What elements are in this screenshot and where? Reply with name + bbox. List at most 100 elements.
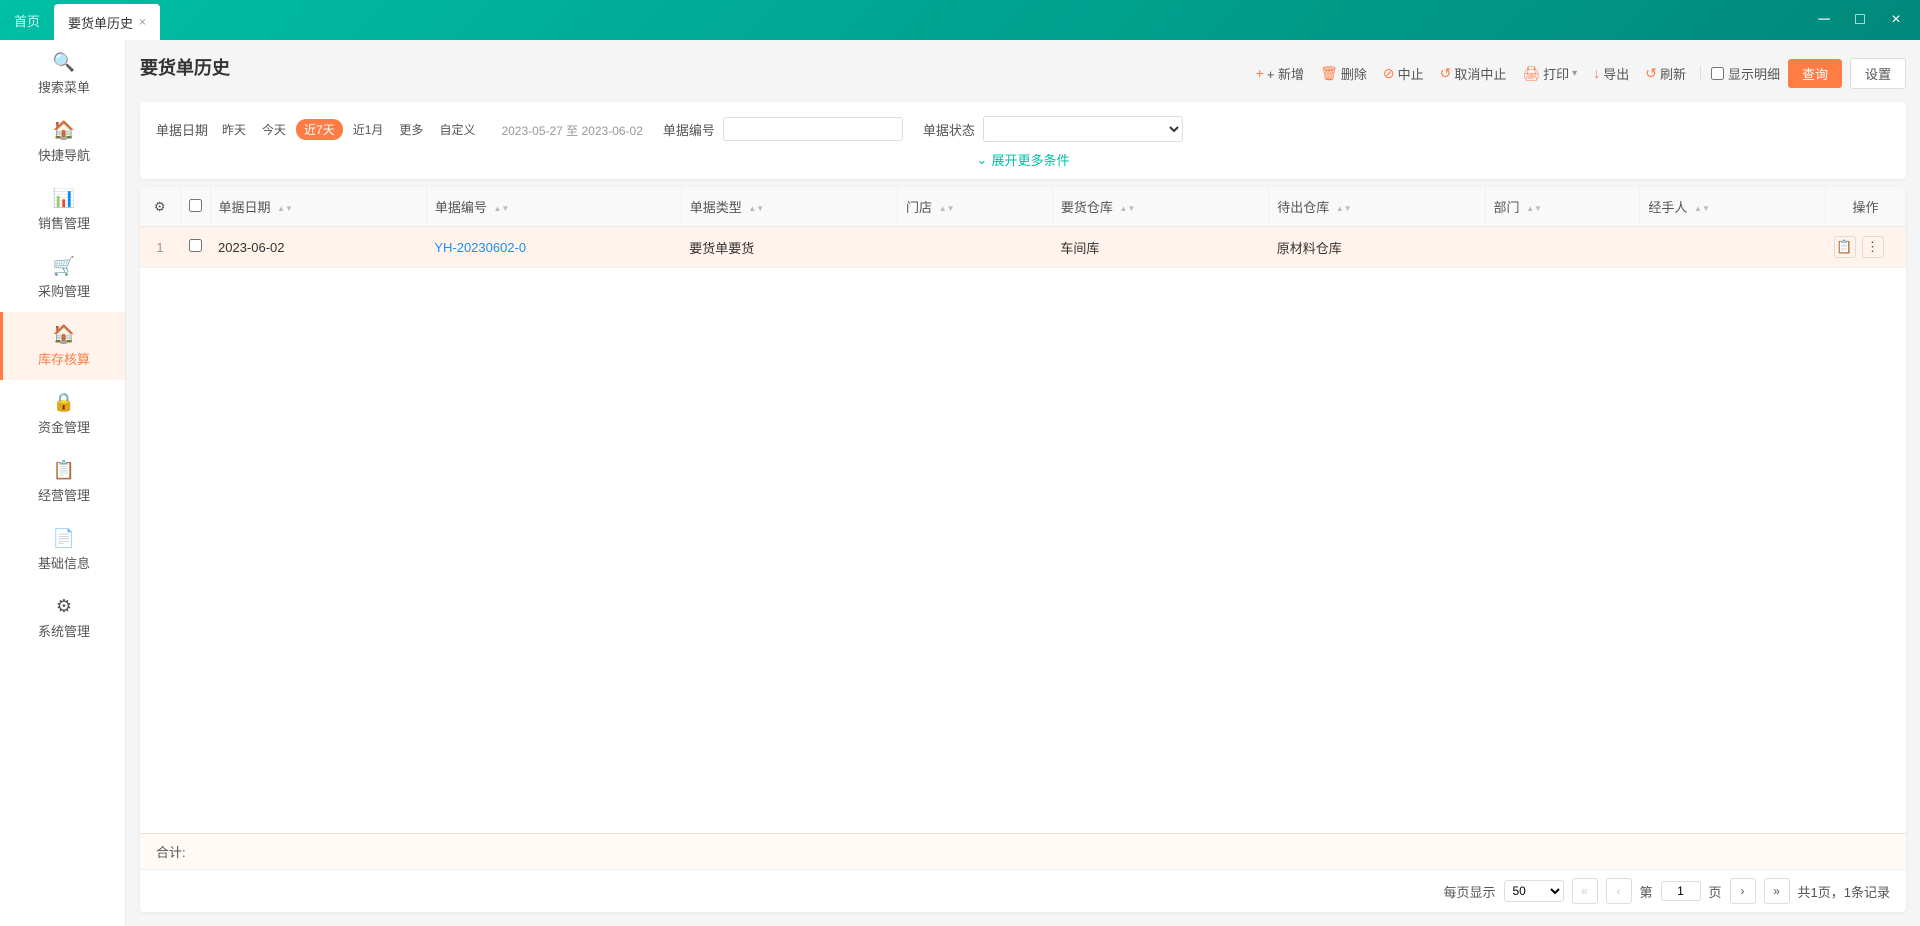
type-sort-icon[interactable]: ▲▼: [748, 205, 764, 213]
status-filter-group: 单据状态: [923, 116, 1183, 142]
page-size-label: 每页显示: [1443, 882, 1495, 901]
th-dept: 部门 ▲▼: [1485, 187, 1640, 227]
sidebar-item-sales-mgmt[interactable]: 📊 销售管理: [0, 176, 125, 244]
table-row: 1 2023-06-02 YH-20230602-0 要货单要货 车间库: [140, 227, 1906, 268]
sidebar-item-purchase-mgmt[interactable]: 🛒 采购管理: [0, 244, 125, 312]
basic-info-icon: 📄: [53, 528, 75, 549]
sidebar-item-search-menu[interactable]: 🔍 搜索菜单: [0, 40, 125, 108]
query-button[interactable]: 查询: [1788, 59, 1842, 88]
display-detail-checkbox[interactable]: 显示明细: [1711, 64, 1780, 83]
top-bar: 首页 要货单历史 × ─ □ ×: [0, 0, 1920, 40]
req-warehouse-sort-icon[interactable]: ▲▼: [1120, 205, 1136, 213]
sidebar-item-finance-mgmt[interactable]: 🔒 资金管理: [0, 380, 125, 448]
tab-requisition-history[interactable]: 要货单历史 ×: [54, 4, 160, 40]
delete-button[interactable]: 🗑 删除: [1316, 62, 1371, 85]
sidebar-item-system-mgmt[interactable]: ⚙ 系统管理: [0, 584, 125, 652]
prev-page-button[interactable]: ‹: [1606, 878, 1632, 904]
content-area: 要货单历史 + + 新增 🗑 删除 ⊘ 中止 ↺ 取消中止: [126, 40, 1920, 926]
tab-close-icon[interactable]: ×: [139, 15, 146, 29]
page-input-label: 第: [1640, 882, 1653, 901]
order-no-link[interactable]: YH-20230602-0: [434, 240, 526, 255]
td-date: 2023-06-02: [210, 227, 426, 268]
delete-icon: 🗑: [1320, 65, 1338, 82]
shortcut-custom[interactable]: 自定义: [433, 119, 481, 140]
no-sort-icon[interactable]: ▲▼: [493, 205, 509, 213]
quick-nav-icon: 🏠: [53, 120, 75, 141]
sidebar-item-basic-info[interactable]: 📄 基础信息: [0, 516, 125, 584]
export-icon: ↓: [1593, 65, 1600, 81]
print-button[interactable]: 🖨 打印 ▾: [1518, 62, 1581, 85]
operations-mgmt-icon: 📋: [53, 460, 75, 481]
th-date: 单据日期 ▲▼: [210, 187, 426, 227]
print-dropdown-icon: ▾: [1572, 68, 1577, 79]
dept-sort-icon[interactable]: ▲▼: [1526, 205, 1542, 213]
minimize-button[interactable]: ─: [1810, 6, 1838, 34]
date-sort-icon[interactable]: ▲▼: [277, 205, 293, 213]
refresh-button[interactable]: ↺ 刷新: [1641, 62, 1690, 85]
td-ops: 📋 ⋮: [1826, 227, 1906, 268]
page-suffix: 页: [1709, 882, 1722, 901]
td-no[interactable]: YH-20230602-0: [426, 227, 681, 268]
shortcut-7days[interactable]: 近7天: [296, 119, 343, 140]
header-actions: 要货单历史 + + 新增 🗑 删除 ⊘ 中止 ↺ 取消中止: [140, 54, 1906, 92]
td-pending-warehouse: 原材料仓库: [1269, 227, 1485, 268]
page-size-select[interactable]: 50 20 100 200: [1504, 880, 1564, 902]
maximize-button[interactable]: □: [1846, 6, 1874, 34]
total-info: 共1页，1条记录: [1798, 882, 1890, 901]
sidebar-item-operations-mgmt[interactable]: 📋 经营管理: [0, 448, 125, 516]
th-checkbox: [180, 187, 210, 227]
order-no-input[interactable]: [723, 117, 903, 141]
export-button[interactable]: ↓ 导出: [1589, 62, 1633, 85]
shortcut-yesterday[interactable]: 昨天: [216, 119, 252, 140]
store-sort-icon[interactable]: ▲▼: [939, 205, 955, 213]
summary-label: 合计:: [156, 842, 186, 861]
cancel-stop-icon: ↺: [1440, 65, 1452, 82]
handler-sort-icon[interactable]: ▲▼: [1694, 205, 1710, 213]
th-req-warehouse: 要货仓库 ▲▼: [1052, 187, 1268, 227]
th-settings[interactable]: ⚙: [140, 187, 180, 227]
th-ops: 操作: [1826, 187, 1906, 227]
op-more-icon[interactable]: ⋮: [1862, 236, 1884, 258]
table-scroll: ⚙ 单据日期 ▲▼ 单据编号 ▲▼: [140, 187, 1906, 833]
date-range-text: 2023-05-27 至 2023-06-02: [501, 122, 642, 139]
sidebar-item-inventory-calc[interactable]: 🏠 库存核算: [0, 312, 125, 380]
settings-button[interactable]: 设置: [1850, 58, 1906, 89]
next-page-button[interactable]: ›: [1730, 878, 1756, 904]
print-icon: 🖨: [1522, 65, 1540, 82]
expand-more-button[interactable]: ⌄ 展开更多条件: [156, 150, 1890, 169]
new-button[interactable]: + + 新增: [1252, 62, 1308, 85]
shortcut-today[interactable]: 今天: [256, 119, 292, 140]
tab-home[interactable]: 首页: [0, 0, 54, 40]
th-store: 门店 ▲▼: [898, 187, 1053, 227]
row-checkbox[interactable]: [189, 239, 202, 252]
display-detail-input[interactable]: [1711, 67, 1724, 80]
page-number-input[interactable]: [1661, 881, 1701, 901]
pending-warehouse-sort-icon[interactable]: ▲▼: [1336, 205, 1352, 213]
stop-icon: ⊘: [1383, 65, 1395, 82]
last-page-button[interactable]: »: [1764, 878, 1790, 904]
divider: [1700, 66, 1701, 80]
inventory-calc-icon: 🏠: [53, 324, 75, 345]
shortcut-1month[interactable]: 近1月: [347, 119, 390, 140]
first-page-button[interactable]: «: [1572, 878, 1598, 904]
op-view-icon[interactable]: 📋: [1834, 236, 1856, 258]
td-checkbox: [180, 227, 210, 268]
status-label: 单据状态: [923, 120, 975, 139]
date-filter-group: 单据日期 昨天 今天 近7天 近1月 更多 自定义: [156, 119, 481, 140]
refresh-icon: ↺: [1645, 65, 1657, 82]
search-menu-icon: 🔍: [53, 52, 75, 73]
stop-button[interactable]: ⊘ 中止: [1379, 62, 1428, 85]
th-no: 单据编号 ▲▼: [426, 187, 681, 227]
cancel-stop-button[interactable]: ↺ 取消中止: [1436, 62, 1511, 85]
select-all-checkbox[interactable]: [189, 199, 202, 212]
td-index: 1: [140, 227, 180, 268]
sidebar-item-quick-nav[interactable]: 🏠 快捷导航: [0, 108, 125, 176]
window-close-button[interactable]: ×: [1882, 6, 1910, 34]
shortcut-more[interactable]: 更多: [393, 119, 429, 140]
order-no-filter-group: 单据编号: [663, 117, 903, 141]
status-select[interactable]: [983, 116, 1183, 142]
filter-card: 单据日期 昨天 今天 近7天 近1月 更多 自定义 2023-05-27 至 2…: [140, 102, 1906, 179]
main-table: ⚙ 单据日期 ▲▼ 单据编号 ▲▼: [140, 187, 1906, 268]
td-type: 要货单要货: [681, 227, 897, 268]
td-req-warehouse: 车间库: [1052, 227, 1268, 268]
